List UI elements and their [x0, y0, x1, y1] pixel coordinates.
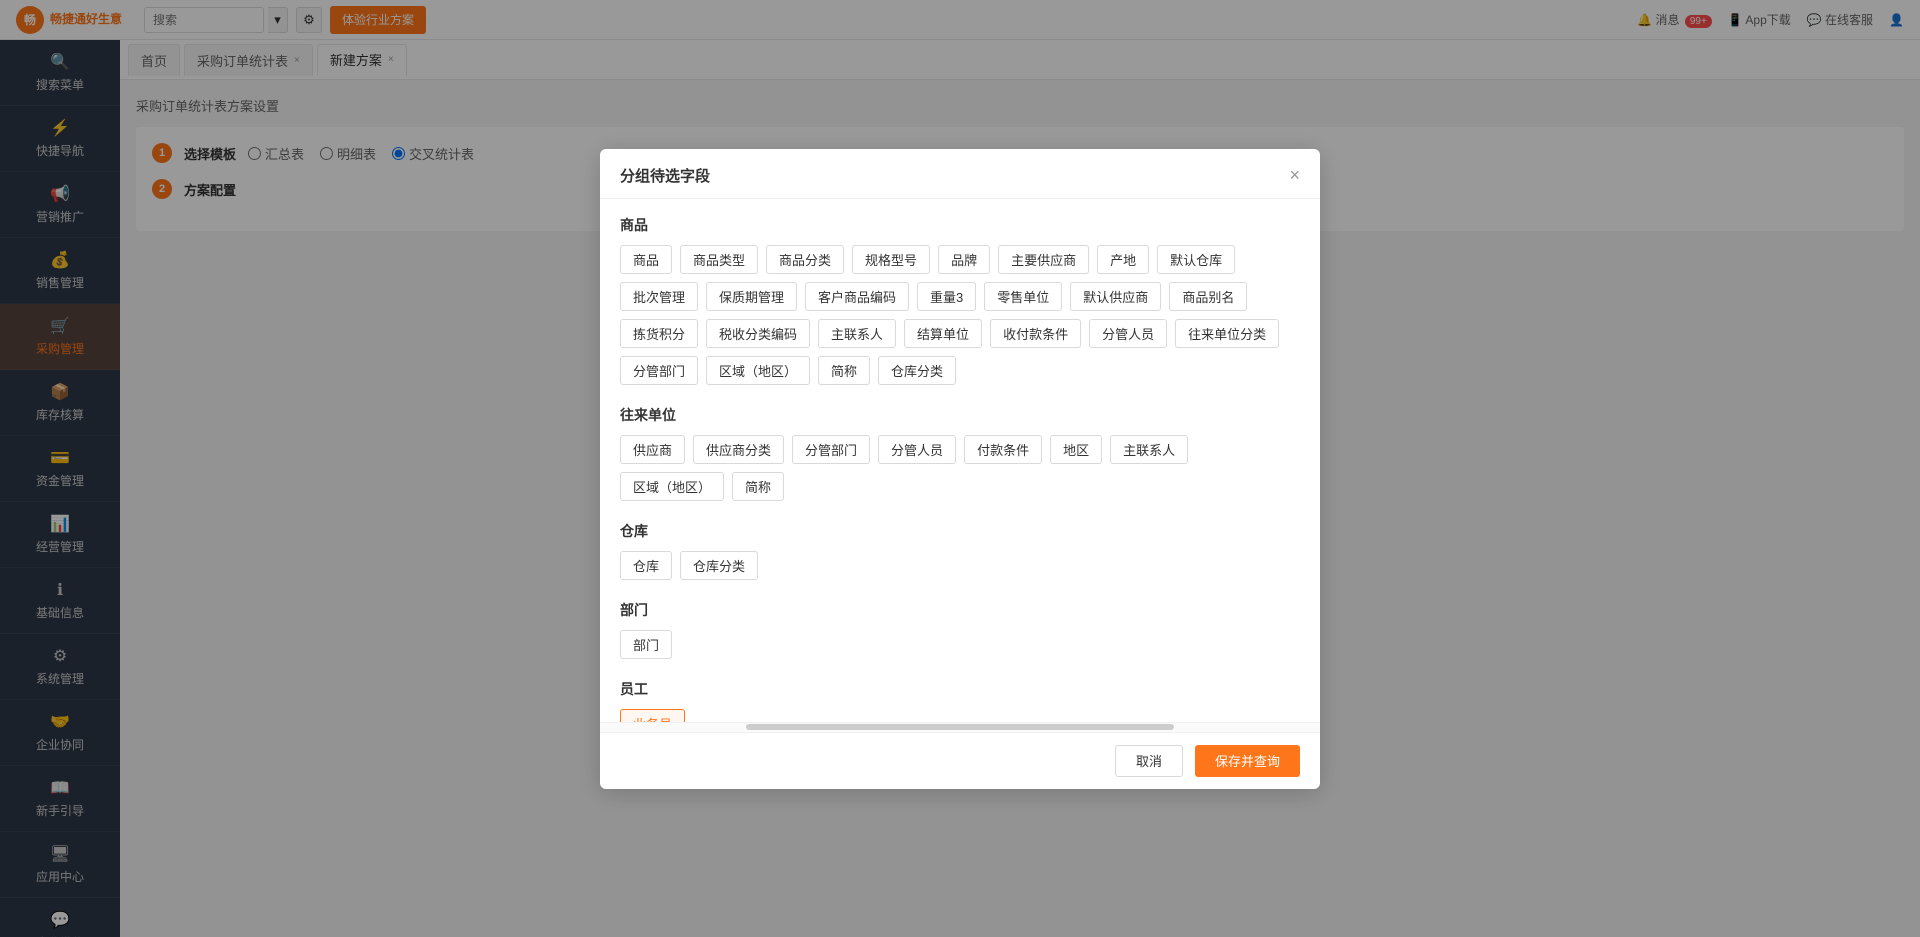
section-department: 部门 部门	[620, 600, 1300, 659]
section-goods-grid: 商品 商品类型 商品分类 规格型号 品牌 主要供应商 产地 默认仓库 批次管理 …	[620, 245, 1300, 385]
section-partner-title: 往来单位	[620, 405, 1300, 425]
field-tag[interactable]: 收付款条件	[990, 319, 1081, 348]
field-tag[interactable]: 结算单位	[904, 319, 982, 348]
field-tag[interactable]: 主联系人	[1110, 435, 1188, 464]
field-tag[interactable]: 产地	[1097, 245, 1149, 274]
field-tag[interactable]: 商品别名	[1169, 282, 1247, 311]
field-tag[interactable]: 仓库分类	[680, 551, 758, 580]
field-tag-staff[interactable]: 业务员	[620, 709, 685, 723]
field-tag[interactable]: 区域（地区）	[620, 472, 724, 501]
field-tag[interactable]: 地区	[1050, 435, 1102, 464]
field-tag[interactable]: 仓库	[620, 551, 672, 580]
field-tag[interactable]: 供应商	[620, 435, 685, 464]
field-tag[interactable]: 付款条件	[964, 435, 1042, 464]
field-tag[interactable]: 供应商分类	[693, 435, 784, 464]
field-tag[interactable]: 简称	[732, 472, 784, 501]
section-partner-grid: 供应商 供应商分类 分管部门 分管人员 付款条件 地区 主联系人 区域（地区） …	[620, 435, 1300, 501]
section-employee: 员工 业务员	[620, 679, 1300, 723]
field-tag[interactable]: 商品分类	[766, 245, 844, 274]
field-tag[interactable]: 商品	[620, 245, 672, 274]
field-tag[interactable]: 主联系人	[818, 319, 896, 348]
field-tag[interactable]: 部门	[620, 630, 672, 659]
modal-header: 分组待选字段 ×	[600, 149, 1320, 199]
field-tag[interactable]: 分管人员	[878, 435, 956, 464]
modal-dialog: 分组待选字段 × 商品 商品 商品类型 商品分类 规格型号 品牌 主要供应商 产…	[600, 149, 1320, 789]
modal-overlay: 分组待选字段 × 商品 商品 商品类型 商品分类 规格型号 品牌 主要供应商 产…	[0, 0, 1920, 937]
section-warehouse-grid: 仓库 仓库分类	[620, 551, 1300, 580]
field-tag[interactable]: 默认仓库	[1157, 245, 1235, 274]
field-tag[interactable]: 批次管理	[620, 282, 698, 311]
section-employee-title: 员工	[620, 679, 1300, 699]
field-tag[interactable]: 区域（地区）	[706, 356, 810, 385]
field-tag[interactable]: 分管部门	[792, 435, 870, 464]
field-tag[interactable]: 拣货积分	[620, 319, 698, 348]
field-tag[interactable]: 商品类型	[680, 245, 758, 274]
section-goods-title: 商品	[620, 215, 1300, 235]
section-warehouse: 仓库 仓库 仓库分类	[620, 521, 1300, 580]
field-tag[interactable]: 主要供应商	[998, 245, 1089, 274]
modal-title: 分组待选字段	[620, 165, 710, 186]
modal-close-button[interactable]: ×	[1289, 165, 1300, 186]
field-tag[interactable]: 分管部门	[620, 356, 698, 385]
field-tag[interactable]: 往来单位分类	[1175, 319, 1279, 348]
field-tag[interactable]: 分管人员	[1089, 319, 1167, 348]
section-partner: 往来单位 供应商 供应商分类 分管部门 分管人员 付款条件 地区 主联系人 区域…	[620, 405, 1300, 501]
cancel-button[interactable]: 取消	[1115, 745, 1183, 777]
modal-footer: 取消 保存并查询	[600, 732, 1320, 789]
field-tag[interactable]: 简称	[818, 356, 870, 385]
section-goods: 商品 商品 商品类型 商品分类 规格型号 品牌 主要供应商 产地 默认仓库 批次…	[620, 215, 1300, 385]
modal-body: 商品 商品 商品类型 商品分类 规格型号 品牌 主要供应商 产地 默认仓库 批次…	[600, 199, 1320, 723]
section-department-title: 部门	[620, 600, 1300, 620]
field-tag[interactable]: 重量3	[917, 282, 976, 311]
field-tag[interactable]: 默认供应商	[1070, 282, 1161, 311]
field-tag[interactable]: 保质期管理	[706, 282, 797, 311]
field-tag[interactable]: 客户商品编码	[805, 282, 909, 311]
field-tag[interactable]: 税收分类编码	[706, 319, 810, 348]
field-tag[interactable]: 零售单位	[984, 282, 1062, 311]
field-tag[interactable]: 品牌	[938, 245, 990, 274]
section-department-grid: 部门	[620, 630, 1300, 659]
modal-horizontal-scrollbar[interactable]	[600, 722, 1320, 731]
confirm-button[interactable]: 保存并查询	[1195, 745, 1300, 777]
section-warehouse-title: 仓库	[620, 521, 1300, 541]
section-employee-grid: 业务员	[620, 709, 1300, 723]
field-tag[interactable]: 规格型号	[852, 245, 930, 274]
field-tag[interactable]: 仓库分类	[878, 356, 956, 385]
